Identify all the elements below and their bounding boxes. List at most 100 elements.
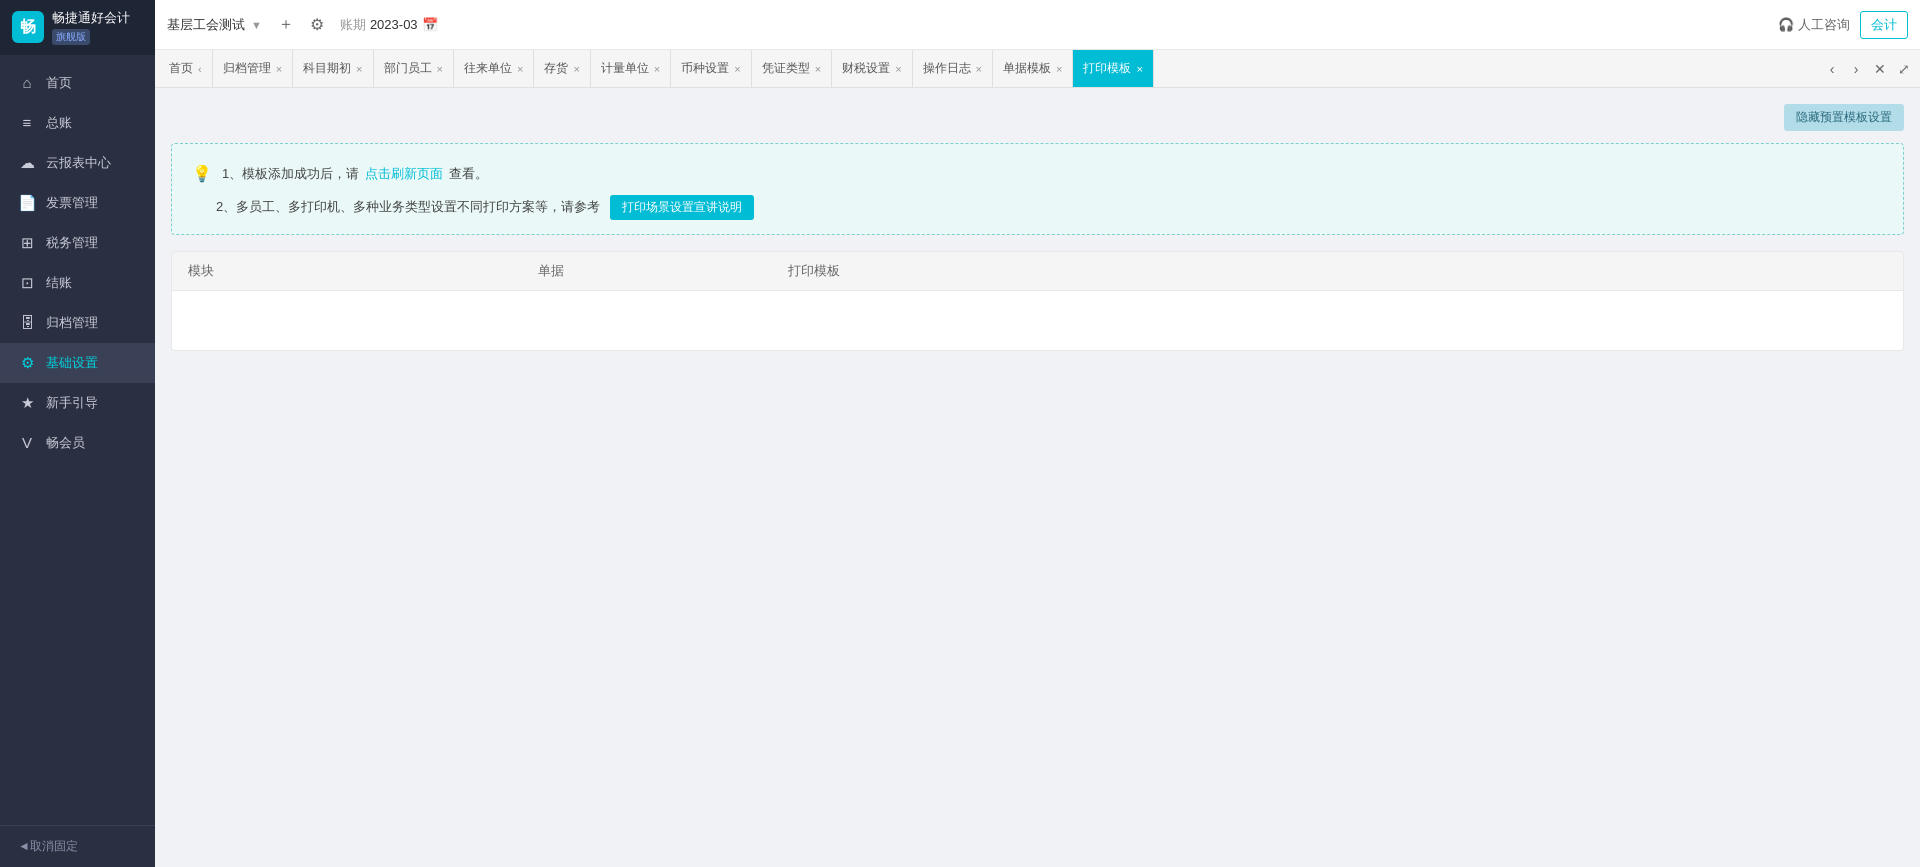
tax-icon: ⊞ <box>18 234 36 252</box>
tab-close-oplog[interactable]: × <box>976 63 982 75</box>
tab-home[interactable]: 首页 ‹ <box>159 50 213 88</box>
tab-archive[interactable]: 归档管理× <box>213 50 293 88</box>
tab-close-tax[interactable]: × <box>895 63 901 75</box>
report-icon: ☁ <box>18 154 36 172</box>
tab-nav-arrow-home: ‹ <box>198 63 202 75</box>
ledger-icon: ≡ <box>18 114 36 131</box>
notice-line1-suffix: 查看。 <box>449 161 488 187</box>
tab-label-voucher: 凭证类型 <box>762 60 810 77</box>
app-tag: 旗舰版 <box>52 29 90 45</box>
tab-label-template: 单据模板 <box>1003 60 1051 77</box>
company-dropdown-icon: ▼ <box>251 19 262 31</box>
tab-label-dept: 部门员工 <box>384 60 432 77</box>
table-body <box>171 291 1904 351</box>
tab-close-voucher[interactable]: × <box>815 63 821 75</box>
tab-close-print[interactable]: × <box>1136 63 1142 75</box>
tab-dept[interactable]: 部门员工 × <box>374 50 454 88</box>
vip-icon: V <box>18 434 36 451</box>
sidebar-label-vip: 畅会员 <box>46 434 85 452</box>
sidebar-item-vip[interactable]: V 畅会员 <box>0 423 155 463</box>
period-value: 2023-03 <box>370 17 418 32</box>
sidebar-logo: 畅 畅捷通好会计 旗舰版 <box>0 0 155 55</box>
tab-close-unit[interactable]: × <box>654 63 660 75</box>
home-icon: ⌂ <box>18 74 36 91</box>
print-scene-button[interactable]: 打印场景设置宣讲说明 <box>610 195 754 220</box>
settings-icon: ⚙ <box>18 354 36 372</box>
table-header: 模块 单据 打印模板 <box>171 251 1904 291</box>
notice-refresh-link[interactable]: 点击刷新页面 <box>365 161 443 187</box>
guide-icon: ★ <box>18 394 36 412</box>
tab-bar: 首页‹归档管理×科目期初×部门员工×往来单位×存货×计量单位×币种设置×凭证类型… <box>155 50 1920 88</box>
tab-print[interactable]: 打印模板 × <box>1073 50 1153 88</box>
sidebar-label-ledger: 总账 <box>46 114 72 132</box>
add-tab-button[interactable]: ＋ <box>274 10 298 39</box>
sidebar-item-archive[interactable]: 🗄 归档管理 <box>0 303 155 343</box>
tab-label-print: 打印模板 <box>1083 60 1131 77</box>
sidebar-nav: ⌂ 首页 ≡ 总账 ☁云报表中心📄发票管理 ⊞ 税务管理 ⊡结账 🗄 归档管理 ⚙ 基础设置 ★ 新手引导… <box>0 55 155 825</box>
col-doc: 单据 <box>522 262 772 280</box>
hide-preview-button[interactable]: 隐藏预置模板设置 <box>1784 104 1904 131</box>
archive-icon: 🗄 <box>18 314 36 331</box>
sidebar-item-report[interactable]: ☁云报表中心 <box>0 143 155 183</box>
tab-unit[interactable]: 计量单位× <box>591 50 671 88</box>
tab-close-template[interactable]: × <box>1056 63 1062 75</box>
tab-label-home: 首页 <box>169 60 193 77</box>
tab-close-vendor[interactable]: × <box>517 63 523 75</box>
sidebar-item-invoice[interactable]: 📄发票管理 <box>0 183 155 223</box>
notice-row-1: 💡 1、模板添加成功后，请 点击刷新页面 查看。 <box>192 158 1883 190</box>
tab-close-dept[interactable]: × <box>437 63 443 75</box>
app-logo-icon: 畅 <box>12 11 44 43</box>
tab-close-subject[interactable]: × <box>356 63 362 75</box>
tab-currency[interactable]: 币种设置 × <box>671 50 751 88</box>
period-label: 账期 <box>340 16 366 34</box>
sidebar-item-home[interactable]: ⌂ 首页 <box>0 63 155 103</box>
company-selector[interactable]: 基层工会测试 ▼ <box>167 16 262 34</box>
account-button[interactable]: 会计 <box>1860 11 1908 39</box>
tab-close-inventory[interactable]: × <box>573 63 579 75</box>
tab-vendor[interactable]: 往来单位 × <box>454 50 534 88</box>
content-area: 隐藏预置模板设置 💡 1、模板添加成功后，请 点击刷新页面 查看。 2、多员工、… <box>155 88 1920 867</box>
sidebar-label-tax: 税务管理 <box>46 234 98 252</box>
company-name: 基层工会测试 <box>167 16 245 34</box>
hide-preview-container: 隐藏预置模板设置 <box>171 104 1904 131</box>
tab-close-currency[interactable]: × <box>734 63 740 75</box>
tab-template[interactable]: 单据模板 × <box>993 50 1073 88</box>
tab-label-oplog: 操作日志 <box>923 60 971 77</box>
sidebar-label-archive: 归档管理 <box>46 314 98 332</box>
tab-subject[interactable]: 科目期初× <box>293 50 373 88</box>
tab-maximize-button[interactable]: ⤢ <box>1892 50 1916 88</box>
lightbulb-icon: 💡 <box>192 158 212 190</box>
col-module: 模块 <box>172 262 522 280</box>
sidebar-unpin[interactable]: ◄取消固定 <box>0 825 155 867</box>
tab-inventory[interactable]: 存货× <box>534 50 590 88</box>
main-area: 基层工会测试 ▼ ＋ ⚙ 账期 2023-03 📅 🎧 人工咨询 会计 首页 ‹ 归… <box>155 0 1920 867</box>
notice-row-2: 2、多员工、多打印机、多种业务类型设置不同打印方案等，请参考 打印场景设置宣讲说… <box>192 194 1883 220</box>
tab-close-archive[interactable]: × <box>276 63 282 75</box>
tab-label-vendor: 往来单位 <box>464 60 512 77</box>
sidebar-item-settings[interactable]: ⚙ 基础设置 <box>0 343 155 383</box>
tab-label-tax: 财税设置 <box>842 60 890 77</box>
sidebar-item-ledger[interactable]: ≡ 总账 <box>0 103 155 143</box>
topbar: 基层工会测试 ▼ ＋ ⚙ 账期 2023-03 📅 🎧 人工咨询 会计 <box>155 0 1920 50</box>
support-button[interactable]: 🎧 人工咨询 <box>1778 16 1850 34</box>
sidebar-label-settings: 基础设置 <box>46 354 98 372</box>
tab-tax[interactable]: 财税设置 × <box>832 50 912 88</box>
checkout-icon: ⊡ <box>18 274 36 292</box>
settings-button[interactable]: ⚙ <box>306 11 328 38</box>
calendar-icon[interactable]: 📅 <box>422 17 438 32</box>
notice-line2-prefix: 2、多员工、多打印机、多种业务类型设置不同打印方案等，请参考 <box>216 194 600 220</box>
notice-line1-prefix: 1、模板添加成功后，请 <box>222 161 359 187</box>
sidebar-item-guide[interactable]: ★ 新手引导 <box>0 383 155 423</box>
sidebar-item-checkout[interactable]: ⊡结账 <box>0 263 155 303</box>
headset-icon: 🎧 <box>1778 17 1794 32</box>
tab-voucher[interactable]: 凭证类型 × <box>752 50 832 88</box>
sidebar-label-guide: 新手引导 <box>46 394 98 412</box>
tab-label-currency: 币种设置 <box>681 60 729 77</box>
sidebar-item-tax[interactable]: ⊞ 税务管理 <box>0 223 155 263</box>
col-template: 打印模板 <box>772 262 1903 280</box>
tab-close-all-button[interactable]: ✕ <box>1868 50 1892 88</box>
tab-prev-button[interactable]: ‹ <box>1820 50 1844 88</box>
tab-next-button[interactable]: › <box>1844 50 1868 88</box>
sidebar-label-home: 首页 <box>46 74 72 92</box>
tab-oplog[interactable]: 操作日志 × <box>913 50 993 88</box>
